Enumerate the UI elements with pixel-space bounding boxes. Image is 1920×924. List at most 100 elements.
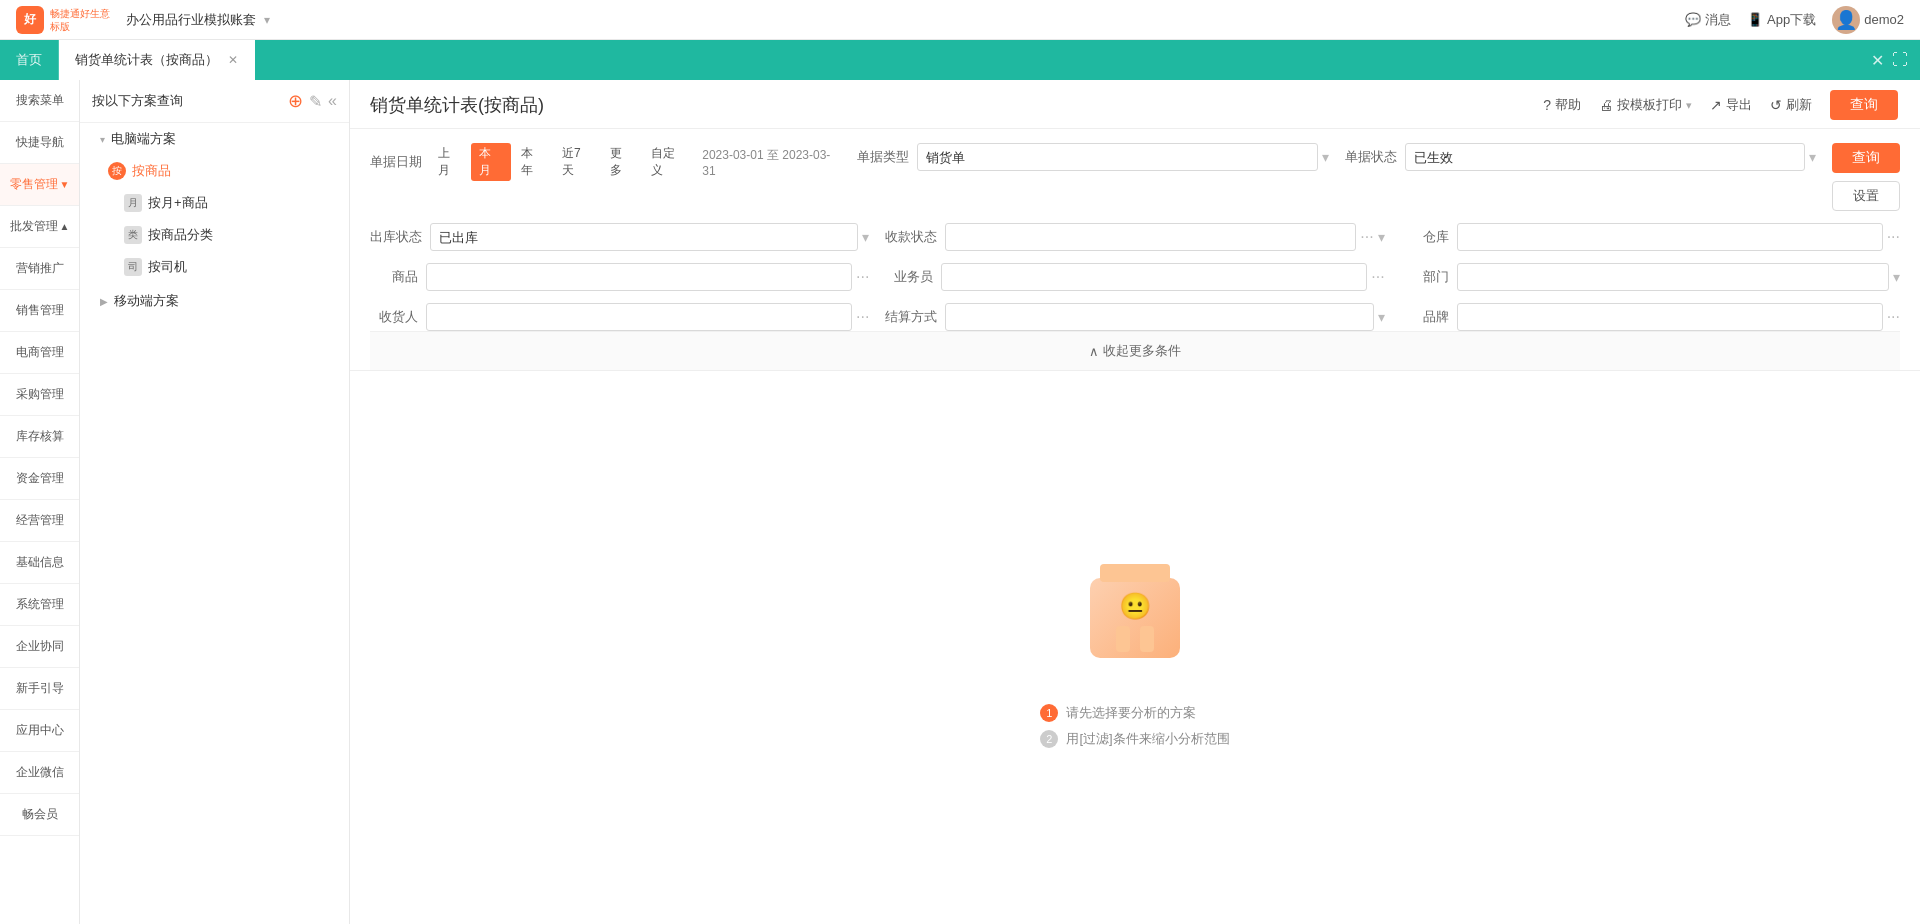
sidebar-item-purchase[interactable]: 采购管理 [0,374,79,416]
message-button[interactable]: 💬 消息 [1685,11,1731,29]
tree-label-desktop: 电脑端方案 [111,130,176,148]
warehouse-dots[interactable]: ··· [1887,228,1900,246]
tree-item-mobile[interactable]: ▶ 移动端方案 [80,285,349,317]
collapse-button[interactable]: ∧ 收起更多条件 [1077,338,1193,364]
close-window-icon[interactable]: ✕ [1871,51,1884,70]
edit-scheme-button[interactable]: ✎ [309,92,322,111]
sidebar-item-wholesale[interactable]: 批发管理 ▲ [0,206,79,248]
help-icon: ? [1543,97,1551,113]
sidebar-item-operations[interactable]: 经营管理 [0,500,79,542]
payment-dots[interactable]: ··· [1360,228,1373,246]
doc-status-label: 单据状态 [1345,148,1405,166]
query-submit-button[interactable]: 查询 [1832,143,1900,173]
tree-item-by-driver[interactable]: 司 按司机 [80,251,349,283]
tree-item-by-month-goods[interactable]: 月 按月+商品 [80,187,349,219]
sidebar-item-quick-nav[interactable]: 快捷导航 [0,122,79,164]
settlement-chevron[interactable]: ▾ [1378,309,1385,325]
empty-leg-left [1116,626,1130,652]
print-label: 按模板打印 [1617,96,1682,114]
tab-close-icon[interactable]: ✕ [228,53,238,67]
export-button[interactable]: ↗ 导出 [1702,92,1760,118]
storage-status-select[interactable]: 已出库 [430,223,858,251]
recipient-input[interactable] [426,303,852,331]
tree-item-by-category[interactable]: 类 按商品分类 [80,219,349,251]
add-scheme-button[interactable]: ⊕ [288,90,303,112]
sidebar-item-corp-wechat[interactable]: 企业微信 [0,752,79,794]
brand-dots[interactable]: ··· [1887,308,1900,326]
settlement-filter: 结算方式 ▾ [885,303,1384,331]
export-icon: ↗ [1710,97,1722,113]
sidebar-item-inventory[interactable]: 库存核算 [0,416,79,458]
message-label: 消息 [1705,11,1731,29]
sidebar-item-ecommerce[interactable]: 电商管理 [0,332,79,374]
sidebar-item-appcenter[interactable]: 应用中心 [0,710,79,752]
storage-chevron[interactable]: ▾ [862,229,869,245]
date-tab-this-year[interactable]: 本年 [513,143,552,181]
brand-input[interactable] [1457,303,1883,331]
logo-text: 畅捷通好生意 标版 [50,7,110,33]
set-button[interactable]: 设置 [1832,181,1900,211]
topbar: 好 畅捷通好生意 标版 办公用品行业模拟账套 ▾ 💬 消息 📱 App下载 👤 … [0,0,1920,40]
sidebar-item-member[interactable]: 畅会员 [0,794,79,836]
date-tab-custom[interactable]: 自定义 [643,143,694,181]
user-profile[interactable]: 👤 demo2 [1832,6,1904,34]
header-actions: ? 帮助 🖨 按模板打印 ▾ ↗ 导出 ↺ 刷新 [1535,90,1900,120]
date-tab-this-month[interactable]: 本月 [471,143,510,181]
maximize-icon[interactable]: ⛶ [1892,51,1908,69]
tab-actions: ✕ ⛶ [1859,51,1920,70]
dept-select[interactable] [1457,263,1889,291]
sidebar-item-sales-mgmt[interactable]: 销售管理 [0,290,79,332]
tab-sales-stats[interactable]: 销货单统计表（按商品） ✕ [59,40,255,80]
storage-status-label: 出库状态 [370,228,430,246]
tab-home[interactable]: 首页 [0,40,59,80]
refresh-button[interactable]: ↺ 刷新 [1762,92,1820,118]
date-tab-last-month[interactable]: 上月 [430,143,469,181]
tree-label-by-goods: 按商品 [132,162,171,180]
left-panel-actions: ⊕ ✎ « [288,90,337,112]
doc-type-chevron[interactable]: ▾ [1322,149,1329,165]
salesperson-dots[interactable]: ··· [1371,268,1384,286]
tree-label-mobile: 移动端方案 [114,292,179,310]
print-button[interactable]: 🖨 按模板打印 ▾ [1591,92,1700,118]
settlement-select[interactable] [945,303,1373,331]
salesperson-input[interactable] [941,263,1367,291]
tree-item-by-goods[interactable]: 按 按商品 [80,155,349,187]
sidebar-item-system[interactable]: 系统管理 [0,584,79,626]
goods-dots[interactable]: ··· [856,268,869,286]
print-dropdown-icon[interactable]: ▾ [1686,99,1692,112]
sidebar-item-basic-info[interactable]: 基础信息 [0,542,79,584]
export-label: 导出 [1726,96,1752,114]
sidebar-item-finance[interactable]: 资金管理 [0,458,79,500]
doc-type-select[interactable]: 销货单 [917,143,1317,171]
tree-label-month-goods: 按月+商品 [148,194,208,212]
warehouse-input[interactable] [1457,223,1883,251]
brand-label: 品牌 [1401,308,1457,326]
recipient-dots[interactable]: ··· [856,308,869,326]
print-icon: 🖨 [1599,97,1613,113]
sidebar-item-search[interactable]: 搜索菜单 [0,80,79,122]
date-tab-last-7-days[interactable]: 近7天 [554,143,600,181]
dept-chevron[interactable]: ▾ [1893,269,1900,285]
doc-status-chevron[interactable]: ▾ [1809,149,1816,165]
sidebar-item-enterprise[interactable]: 企业协同 [0,626,79,668]
doc-status-select[interactable]: 已生效 [1405,143,1805,171]
system-dropdown-icon[interactable]: ▾ [264,13,270,27]
query-button[interactable]: 查询 [1830,90,1898,120]
sidebar-item-retail[interactable]: 零售管理 ▼ [0,164,79,206]
goods-input[interactable] [426,263,852,291]
sidebar-item-newuser[interactable]: 新手引导 [0,668,79,710]
payment-status-input[interactable] [945,223,1356,251]
tree-item-desktop[interactable]: ▾ 电脑端方案 [80,123,349,155]
storage-status-select-wrap: 已出库 [430,223,858,251]
warehouse-filter: 仓库 ··· [1401,223,1900,251]
tree-icon-month-goods: 月 [124,194,142,212]
salesperson-filter: 业务员 ··· [885,263,1384,291]
app-download-button[interactable]: 📱 App下载 [1747,11,1816,29]
date-tab-more[interactable]: 更多 [602,143,641,181]
goods-filter: 商品 ··· [370,263,869,291]
help-button[interactable]: ? 帮助 [1535,92,1589,118]
payment-chevron[interactable]: ▾ [1378,229,1385,245]
sidebar-item-marketing[interactable]: 营销推广 [0,248,79,290]
collapse-panel-button[interactable]: « [328,92,337,110]
help-label: 帮助 [1555,96,1581,114]
